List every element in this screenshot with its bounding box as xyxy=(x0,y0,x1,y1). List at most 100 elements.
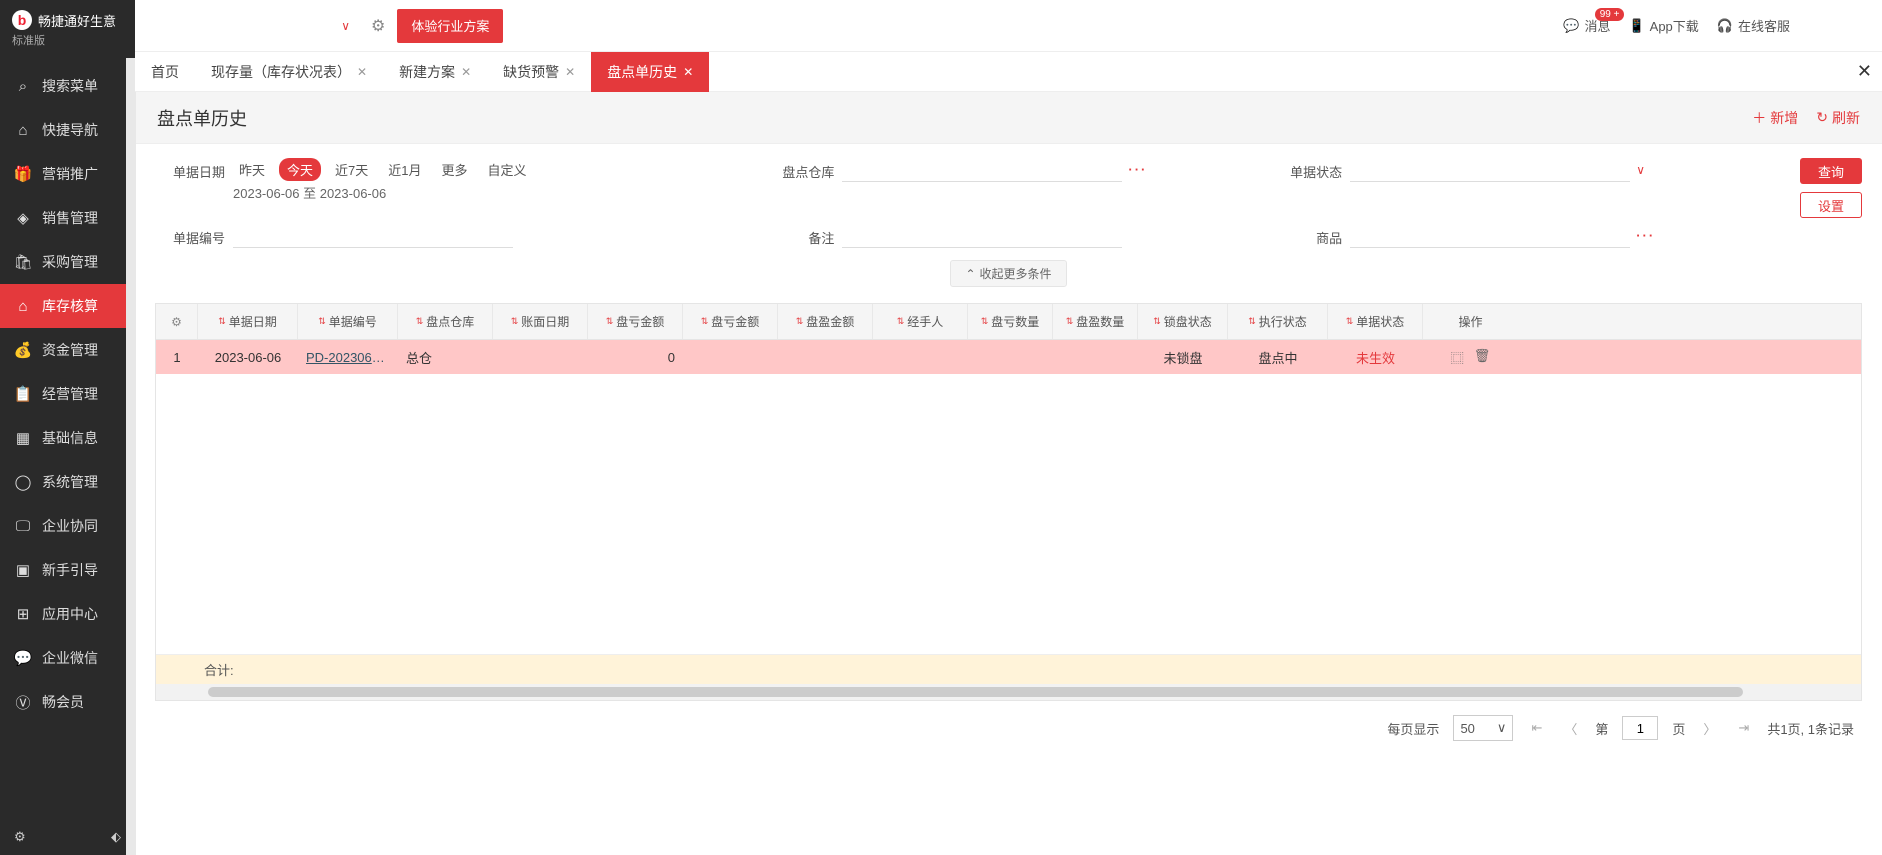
sort-icon: ⇅ xyxy=(1346,317,1354,326)
tab-inventory-history[interactable]: 盘点单历史✕ xyxy=(591,52,709,92)
query-button[interactable]: 查询 xyxy=(1800,158,1862,184)
th-gainamt[interactable]: ⇅盘盈金额 xyxy=(778,304,873,339)
promo-button[interactable]: 体验行业方案 xyxy=(397,9,503,43)
sidebar-resize-handle[interactable] xyxy=(126,58,136,855)
nav-sales[interactable]: ◈销售管理 xyxy=(0,196,135,240)
app-icon: ⊞ xyxy=(14,605,32,623)
tab-label: 缺货预警 xyxy=(503,62,559,82)
chip-today[interactable]: 今天 xyxy=(279,158,321,181)
topbar-label: App下载 xyxy=(1650,16,1699,35)
page-size-select[interactable]: 50 ∨ xyxy=(1453,715,1513,741)
th-lossqty[interactable]: ⇅盘亏数量 xyxy=(968,304,1053,339)
nav-label: 企业微信 xyxy=(42,648,98,668)
scrollbar-thumb[interactable] xyxy=(208,687,1743,697)
nav-appcenter[interactable]: ⊞应用中心 xyxy=(0,592,135,636)
nav-purchase[interactable]: 🛍采购管理 xyxy=(0,240,135,284)
nav-inventory[interactable]: ⌂库存核算 xyxy=(0,284,135,328)
nav-system[interactable]: ◯系统管理 xyxy=(0,460,135,504)
nav-label: 系统管理 xyxy=(42,472,98,492)
topbar-service[interactable]: 🎧 在线客服 xyxy=(1717,16,1790,35)
product-input[interactable] xyxy=(1350,224,1630,248)
chip-1m[interactable]: 近1月 xyxy=(382,158,427,181)
cell-docno-link[interactable]: PD-20230606-0 xyxy=(298,350,398,365)
topbar: ∨ ⚙ 体验行业方案 💬 消息 99 + 📱 App下载 🎧 在线客服 xyxy=(135,0,1882,52)
nav-label: 基础信息 xyxy=(42,428,98,448)
tab-shortage[interactable]: 缺货预警 ✕ xyxy=(487,52,591,92)
th-lossamt[interactable]: ⇅盘亏金额 xyxy=(588,304,683,339)
chip-7d[interactable]: 近7天 xyxy=(329,158,374,181)
warehouse-input[interactable] xyxy=(842,158,1122,182)
column-settings-button[interactable]: ⚙ xyxy=(156,304,198,339)
sort-icon: ⇅ xyxy=(1248,317,1256,326)
close-icon[interactable]: ✕ xyxy=(565,65,575,79)
th-lossamt2[interactable]: ⇅盘亏金额 xyxy=(683,304,778,339)
th-label: 锁盘状态 xyxy=(1164,313,1212,330)
ellipsis-icon[interactable]: ··· xyxy=(1636,228,1655,243)
page-header: 盘点单历史 ＋新增 ↻刷新 xyxy=(135,92,1882,144)
page-last-button[interactable]: ⇥ xyxy=(1734,720,1753,736)
horizontal-scrollbar[interactable] xyxy=(156,684,1861,700)
nav-base[interactable]: ▦基础信息 xyxy=(0,416,135,460)
nav-quick[interactable]: ⌂快捷导航 xyxy=(0,108,135,152)
th-lock[interactable]: ⇅锁盘状态 xyxy=(1138,304,1228,339)
ellipsis-icon[interactable]: ··· xyxy=(1128,162,1147,177)
th-exec[interactable]: ⇅执行状态 xyxy=(1228,304,1328,339)
nav-label: 资金管理 xyxy=(42,340,98,360)
topbar-download[interactable]: 📱 App下载 xyxy=(1628,16,1698,35)
tab-newplan[interactable]: 新建方案✕ xyxy=(383,52,487,92)
tab-label: 现存量（库存状况表） xyxy=(211,62,351,82)
nav-search[interactable]: ⌕搜索菜单 xyxy=(0,64,135,108)
org-select[interactable]: ∨ xyxy=(149,10,359,42)
chip-more[interactable]: 更多 xyxy=(436,158,474,181)
th-no[interactable]: ⇅单据编号 xyxy=(298,304,398,339)
main: ∨ ⚙ 体验行业方案 💬 消息 99 + 📱 App下载 🎧 在线客服 xyxy=(135,0,1882,855)
refresh-button[interactable]: ↻刷新 xyxy=(1816,108,1860,128)
refresh-icon: ↻ xyxy=(1816,109,1828,126)
tabbar-close-icon[interactable]: ✕ xyxy=(1857,61,1872,82)
page-number-input[interactable] xyxy=(1622,716,1658,740)
nav-fund[interactable]: 💰资金管理 xyxy=(0,328,135,372)
topbar-messages[interactable]: 💬 消息 99 + xyxy=(1563,16,1610,35)
gear-icon[interactable]: ⚙ xyxy=(371,16,385,36)
chip-custom[interactable]: 自定义 xyxy=(482,158,533,181)
tab-home[interactable]: 首页 xyxy=(135,52,195,92)
collapse-icon[interactable]: ⬖ xyxy=(111,829,121,845)
remark-input[interactable] xyxy=(842,224,1122,248)
th-label: 盘盈金额 xyxy=(806,313,854,330)
action-label: 新增 xyxy=(1770,108,1798,128)
add-button[interactable]: ＋新增 xyxy=(1752,108,1798,128)
table-row[interactable]: 1 2023-06-06 PD-20230606-0 总仓 0 未锁盘 盘点中 … xyxy=(156,340,1861,374)
nav-wecom[interactable]: 💬企业微信 xyxy=(0,636,135,680)
page-suffix: 页 xyxy=(1672,719,1685,738)
settings-icon[interactable]: ⚙ xyxy=(14,829,26,845)
close-icon[interactable]: ✕ xyxy=(683,65,693,79)
th-wh[interactable]: ⇅盘点仓库 xyxy=(398,304,493,339)
th-date[interactable]: ⇅单据日期 xyxy=(198,304,298,339)
table-empty-space xyxy=(156,374,1861,654)
nav-vip[interactable]: Ⓥ畅会员 xyxy=(0,680,135,724)
th-person[interactable]: ⇅经手人 xyxy=(873,304,968,339)
chip-yesterday[interactable]: 昨天 xyxy=(233,158,271,181)
page-first-button[interactable]: ⇤ xyxy=(1527,720,1546,736)
nav-business[interactable]: 📋经营管理 xyxy=(0,372,135,416)
settings-button[interactable]: 设置 xyxy=(1800,192,1862,218)
cell-wh: 总仓 xyxy=(398,348,493,367)
docno-input[interactable] xyxy=(233,224,513,248)
brand-name: 畅捷通好生意 xyxy=(38,11,116,30)
collapse-filters-button[interactable]: ⌃收起更多条件 xyxy=(950,260,1066,287)
th-gainqty[interactable]: ⇅盘盈数量 xyxy=(1053,304,1138,339)
close-icon[interactable]: ✕ xyxy=(461,65,471,79)
th-book[interactable]: ⇅账面日期 xyxy=(493,304,588,339)
delete-icon[interactable]: 🗑 xyxy=(1474,348,1491,367)
view-icon[interactable]: ⿴ xyxy=(1451,348,1464,367)
close-icon[interactable]: ✕ xyxy=(357,65,367,79)
nav-guide[interactable]: ▣新手引导 xyxy=(0,548,135,592)
page-next-button[interactable]: 〉 xyxy=(1699,719,1720,738)
page-prev-button[interactable]: 〈 xyxy=(1560,719,1581,738)
status-input[interactable] xyxy=(1350,158,1630,182)
nav-marketing[interactable]: 🎁营销推广 xyxy=(0,152,135,196)
th-status[interactable]: ⇅单据状态 xyxy=(1328,304,1423,339)
chevron-down-icon[interactable]: ∨ xyxy=(1636,163,1645,177)
tab-stock[interactable]: 现存量（库存状况表） ✕ xyxy=(195,52,383,92)
nav-collab[interactable]: 🖵企业协同 xyxy=(0,504,135,548)
